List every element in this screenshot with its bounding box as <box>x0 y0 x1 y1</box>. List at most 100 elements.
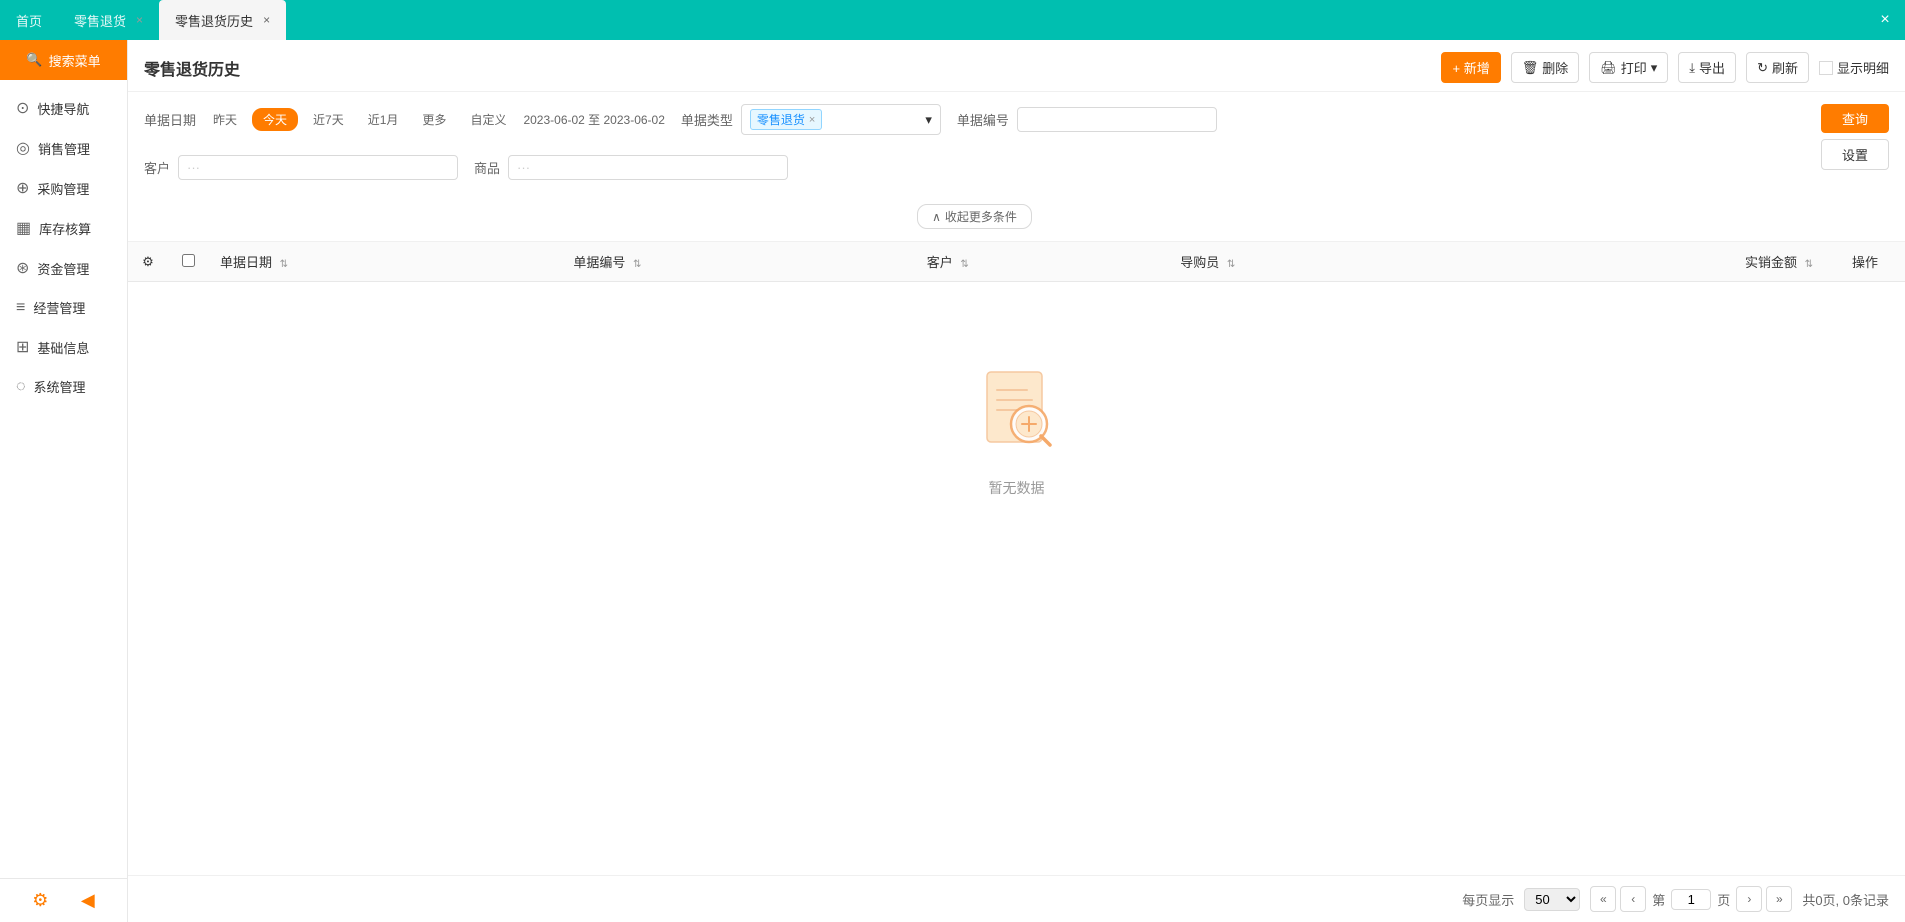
filter-main: 单据日期 昨天 今天 近7天 近1月 更多 自定义 2023-06-02 至 2… <box>144 104 1805 229</box>
date-more-btn[interactable]: 更多 <box>413 108 455 131</box>
page-last-button[interactable]: » <box>1766 886 1792 912</box>
sidebar-menu: ⊙ 快捷导航 ◎ 销售管理 ⊕ 采购管理 ▦ 库存核算 ⊛ 资金管理 ≡ 经营管… <box>0 80 127 878</box>
col-guide-label: 导购员 <box>1180 255 1219 270</box>
date-yesterday-btn[interactable]: 昨天 <box>204 108 246 131</box>
select-all-checkbox[interactable] <box>182 254 195 267</box>
date-filter-item: 单据日期 昨天 今天 近7天 近1月 更多 自定义 2023-06-02 至 2… <box>144 108 665 131</box>
doc-type-tag-close[interactable]: × <box>809 114 815 126</box>
page-first-button[interactable]: « <box>1590 886 1616 912</box>
page-prev-button[interactable]: ‹ <box>1620 886 1646 912</box>
print-button[interactable]: 🖨 打印 ▾ <box>1589 52 1668 83</box>
collapse-button[interactable]: ∧ 收起更多条件 <box>917 204 1032 229</box>
query-button[interactable]: 查询 <box>1821 104 1889 133</box>
sidebar-item-inventory[interactable]: ▦ 库存核算 <box>0 208 127 248</box>
sidebar-item-system-mgmt[interactable]: ◌ 系统管理 <box>0 367 127 406</box>
table-body: 暂无数据 <box>128 282 1905 579</box>
page-next-button[interactable]: › <box>1736 886 1762 912</box>
display-toggle[interactable]: 显示明细 <box>1819 58 1889 77</box>
col-doc-date[interactable]: 单据日期 ⇅ <box>208 242 561 282</box>
total-info: 共0页, 0条记录 <box>1802 890 1889 909</box>
col-doc-no[interactable]: 单据编号 ⇅ <box>561 242 914 282</box>
table-header: ⚙ 单据日期 ⇅ 单据编号 ⇅ <box>128 242 1905 282</box>
sidebar-search-label: 搜索菜单 <box>49 51 101 70</box>
finance-mgmt-icon: ⊛ <box>16 258 29 278</box>
sidebar-item-label: 快捷导航 <box>37 99 89 118</box>
col-operation-label: 操作 <box>1852 255 1878 270</box>
page-title: 零售退货历史 <box>144 56 240 80</box>
date-today-btn[interactable]: 今天 <box>252 108 298 131</box>
col-actual-amount[interactable]: 实销金额 ⇅ <box>1472 242 1825 282</box>
doc-type-filter-item: 单据类型 零售退货 × ▾ <box>681 104 941 135</box>
tab-retail-return-history[interactable]: 零售退货历史 × <box>159 0 286 40</box>
col-actual-amount-label: 实销金额 <box>1745 255 1797 270</box>
col-guide[interactable]: 导购员 ⇅ <box>1168 242 1471 282</box>
customer-input[interactable]: ··· <box>178 155 458 180</box>
sidebar-item-sales-mgmt[interactable]: ◎ 销售管理 <box>0 128 127 168</box>
purchase-mgmt-icon: ⊕ <box>16 178 29 198</box>
date-last7-btn[interactable]: 近7天 <box>304 108 353 131</box>
filter-row-2: 客户 ··· 商品 ··· <box>144 155 1805 180</box>
collapse-chevron-icon: ∧ <box>932 210 941 224</box>
sidebar-item-label: 资金管理 <box>37 259 89 278</box>
sidebar-search-button[interactable]: 🔍 搜索菜单 <box>0 40 127 80</box>
tab-retail-return[interactable]: 零售退货 × <box>58 0 159 40</box>
page-header: 零售退货历史 + 新增 🗑 删除 🖨 打印 ▾ ⤓ 导出 <box>128 40 1905 92</box>
settings-bottom-icon[interactable]: ⚙ <box>32 890 48 911</box>
tab-retail-return-close[interactable]: × <box>136 13 143 27</box>
goods-input[interactable]: ··· <box>508 155 788 180</box>
page-input-suffix: 页 <box>1717 890 1730 909</box>
col-checkbox[interactable] <box>168 242 208 282</box>
col-customer[interactable]: 客户 ⇅ <box>915 242 1169 282</box>
tab-retail-return-history-close[interactable]: × <box>263 13 270 27</box>
export-button[interactable]: ⤓ 导出 <box>1678 52 1736 83</box>
doc-type-select[interactable]: 零售退货 × ▾ <box>741 104 941 135</box>
sidebar-item-operations-mgmt[interactable]: ≡ 经营管理 <box>0 288 127 327</box>
sidebar-item-quick-nav[interactable]: ⊙ 快捷导航 <box>0 88 127 128</box>
page-number-input[interactable] <box>1671 889 1711 910</box>
display-checkbox[interactable] <box>1819 61 1833 75</box>
doc-no-input[interactable] <box>1017 107 1217 132</box>
delete-icon: 🗑 <box>1522 60 1539 76</box>
table-settings-icon[interactable]: ⚙ <box>142 254 154 269</box>
sidebar-item-basic-info[interactable]: ⊞ 基础信息 <box>0 327 127 367</box>
sidebar-item-label: 系统管理 <box>34 377 86 396</box>
filter-settings-button[interactable]: 设置 <box>1821 139 1889 170</box>
sidebar-item-label: 采购管理 <box>37 179 89 198</box>
export-icon: ⤓ <box>1689 60 1695 76</box>
window-close-button[interactable]: × <box>1865 0 1905 40</box>
sidebar-item-label: 库存核算 <box>39 219 91 238</box>
add-button[interactable]: + 新增 <box>1441 52 1500 83</box>
date-last1month-btn[interactable]: 近1月 <box>359 108 408 131</box>
col-doc-no-label: 单据编号 <box>573 255 625 270</box>
col-operation: 操作 <box>1825 242 1905 282</box>
col-guide-sort-icon: ⇅ <box>1227 259 1235 270</box>
sidebar-item-purchase-mgmt[interactable]: ⊕ 采购管理 <box>0 168 127 208</box>
tab-home[interactable]: 首页 <box>0 0 58 40</box>
empty-text: 暂无数据 <box>989 478 1045 498</box>
doc-type-label: 单据类型 <box>681 110 733 129</box>
date-range-display: 2023-06-02 至 2023-06-02 <box>523 111 664 128</box>
col-settings[interactable]: ⚙ <box>128 242 168 282</box>
volume-bottom-icon[interactable]: ◀ <box>81 890 95 911</box>
tab-bar: 首页 零售退货 × 零售退货历史 × <box>0 0 1865 40</box>
date-custom-btn[interactable]: 自定义 <box>461 108 515 131</box>
delete-button[interactable]: 🗑 删除 <box>1511 52 1580 83</box>
date-label: 单据日期 <box>144 110 196 129</box>
tab-home-label: 首页 <box>16 11 42 30</box>
refresh-button[interactable]: ↻ 刷新 <box>1746 52 1809 83</box>
per-page-select[interactable]: 50 10 20 100 <box>1524 888 1580 911</box>
page-content: 零售退货历史 + 新增 🗑 删除 🖨 打印 ▾ ⤓ 导出 <box>128 40 1905 922</box>
sidebar-item-finance-mgmt[interactable]: ⊛ 资金管理 <box>0 248 127 288</box>
doc-type-chevron-icon: ▾ <box>925 112 932 128</box>
customer-filter-item: 客户 ··· <box>144 155 458 180</box>
main-layout: 🔍 搜索菜单 ⊙ 快捷导航 ◎ 销售管理 ⊕ 采购管理 ▦ 库存核算 ⊛ 资金管 <box>0 40 1905 922</box>
sidebar-item-label: 基础信息 <box>37 338 89 357</box>
inventory-icon: ▦ <box>16 218 31 238</box>
col-doc-no-sort-icon: ⇅ <box>633 259 641 270</box>
date-filters: 昨天 今天 近7天 近1月 更多 自定义 <box>204 108 515 131</box>
doc-no-filter-item: 单据编号 <box>957 107 1217 132</box>
quick-nav-icon: ⊙ <box>16 98 29 118</box>
empty-icon <box>967 362 1067 462</box>
pagination-bar: 每页显示 50 10 20 100 « ‹ 第 页 › » 共0页, 0条记录 <box>128 875 1905 922</box>
pagination-nav: « ‹ 第 页 › » <box>1590 886 1792 912</box>
